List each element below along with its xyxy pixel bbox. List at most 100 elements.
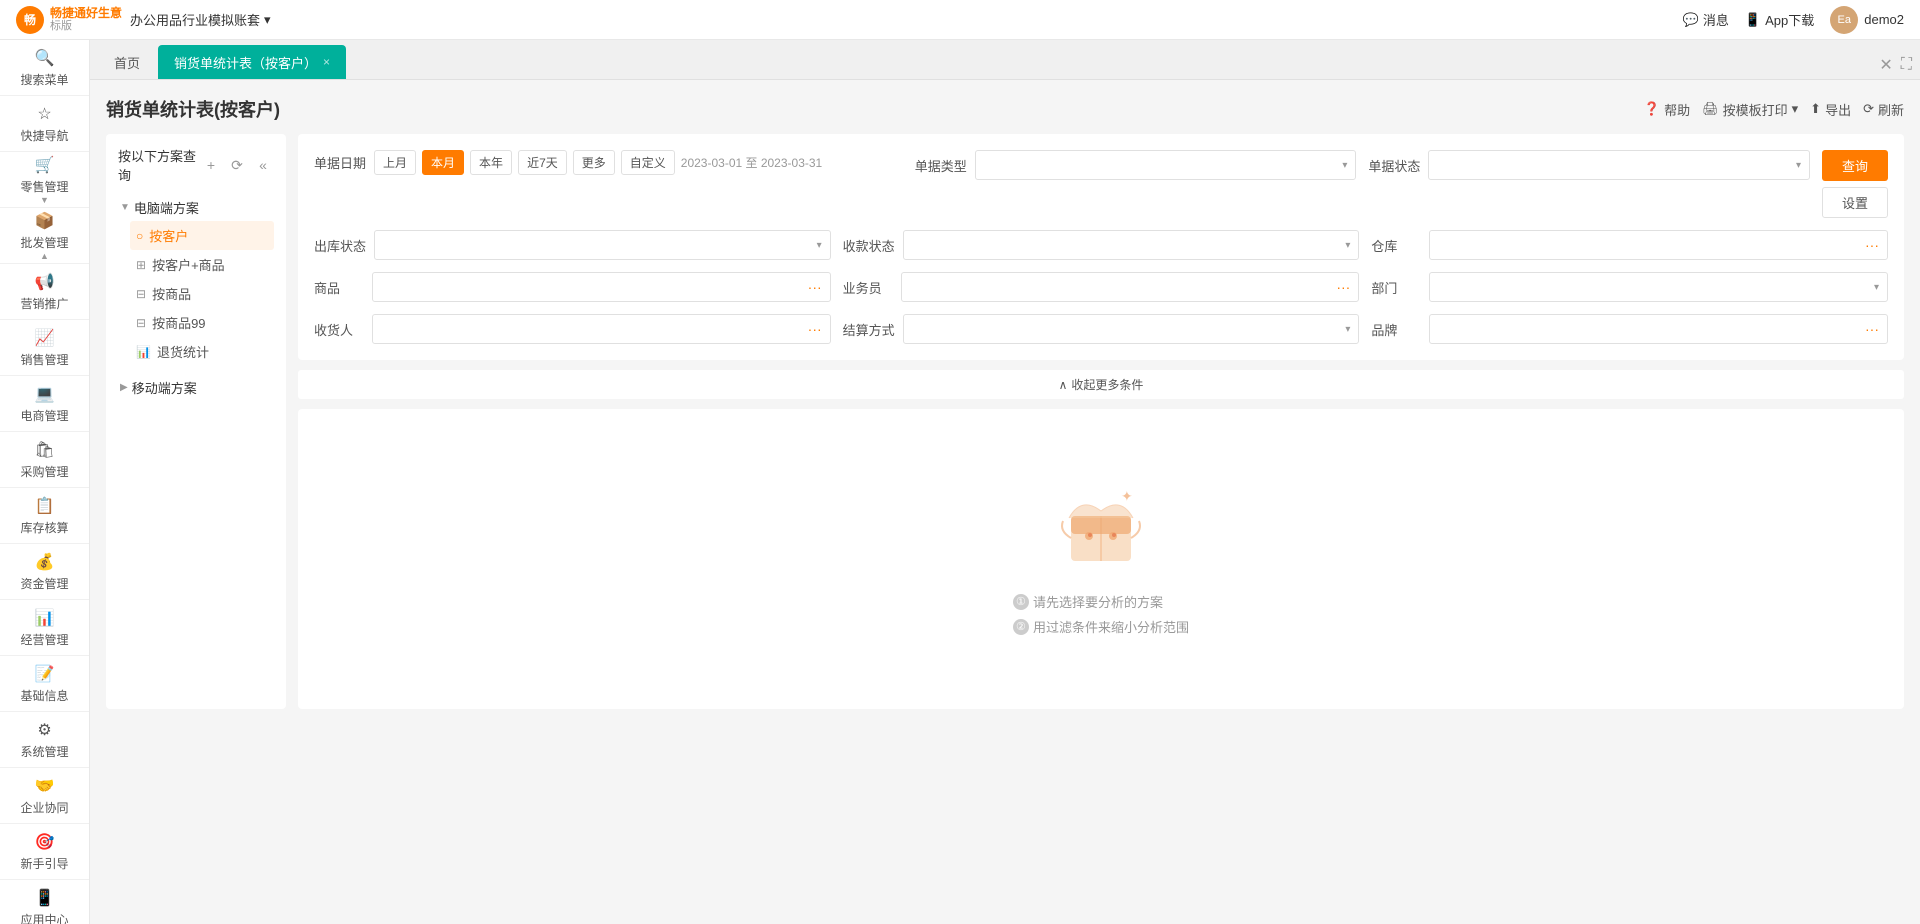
sidebar-appcenter-label: 应用中心 [20, 911, 68, 924]
app-selector-dropdown-icon: ▾ [264, 12, 271, 28]
settlement-label: 结算方式 [843, 320, 895, 339]
salesperson-dots-icon: ··· [1336, 279, 1350, 295]
receipt-status-input[interactable]: ▾ [903, 230, 1360, 260]
scheme-group-mobile: ▶ 移动端方案 [118, 374, 274, 401]
out-status-input[interactable]: ▾ [374, 230, 831, 260]
settlement-input[interactable]: ▾ [903, 314, 1360, 344]
sidebar-item-inventory[interactable]: 📋 库存核算 [0, 488, 89, 544]
scheme-collapse-button[interactable]: « [252, 154, 274, 176]
out-status-dropdown-icon: ▾ [817, 240, 822, 251]
basic-icon: 📝 [35, 664, 55, 684]
scheme-item-return-stats[interactable]: 📊 退货统计 [130, 337, 274, 366]
logo-subtitle: 标版 [50, 20, 122, 33]
filter-field-brand: 品牌 ··· [1371, 314, 1888, 344]
department-input[interactable]: ▾ [1429, 272, 1888, 302]
product-input[interactable]: ··· [372, 272, 831, 302]
bill-status-input[interactable]: ▾ [1428, 150, 1810, 180]
sidebar-item-retail[interactable]: 🛒 零售管理 ▼ [0, 152, 89, 208]
sidebar-item-operation[interactable]: 📊 经营管理 [0, 600, 89, 656]
scheme-group-pc-header[interactable]: ▼ 电脑端方案 [118, 194, 274, 221]
export-button[interactable]: ⬆ 导出 [1810, 100, 1851, 119]
scheme-item-by-product[interactable]: ⊟ 按商品 [130, 279, 274, 308]
scheme-add-button[interactable]: + [200, 154, 222, 176]
by-product-label: 按商品 [152, 284, 191, 303]
date-filter: 上月 本月 本年 近7天 更多 自定义 2023-03-01 至 2023-03… [374, 150, 822, 175]
message-button[interactable]: 💬 消息 [1683, 10, 1729, 29]
sidebar-item-finance[interactable]: 💰 资金管理 [0, 544, 89, 600]
wholesale-arrow: ▲ [40, 251, 49, 261]
tip2-num: ② [1013, 619, 1029, 635]
finance-icon: 💰 [35, 552, 55, 572]
sidebar-item-basic[interactable]: 📝 基础信息 [0, 656, 89, 712]
scheme-item-by-customer-product[interactable]: ⊞ 按客户+商品 [130, 250, 274, 279]
scheme-refresh-button[interactable]: ⟳ [226, 154, 248, 176]
date-range-text: 2023-03-01 至 2023-03-31 [681, 154, 822, 171]
message-label: 消息 [1703, 10, 1729, 29]
tab-active[interactable]: 销货单统计表（按客户） × [158, 45, 346, 79]
date-btn-7days[interactable]: 近7天 [518, 150, 567, 175]
tab-active-label: 销货单统计表（按客户） [174, 53, 317, 72]
sidebar-quicknav-label: 快捷导航 [20, 127, 68, 144]
scheme-group-mobile-header[interactable]: ▶ 移动端方案 [118, 374, 274, 401]
collapse-bar[interactable]: ∧ 收起更多条件 [298, 370, 1904, 399]
date-btn-custom[interactable]: 自定义 [621, 150, 675, 175]
sidebar-item-system[interactable]: ⚙ 系统管理 [0, 712, 89, 768]
sidebar-item-sales[interactable]: 📈 销售管理 [0, 320, 89, 376]
window-maximize-icon[interactable]: ⛶ [1901, 56, 1912, 74]
warehouse-input[interactable]: ··· [1429, 230, 1888, 260]
date-btn-this-month[interactable]: 本月 [422, 150, 464, 175]
app-selector[interactable]: 办公用品行业模拟账套 ▾ [130, 10, 271, 29]
sidebar-item-wholesale[interactable]: 📦 批发管理 ▲ [0, 208, 89, 264]
top-header: 畅 畅捷通好生意 标版 办公用品行业模拟账套 ▾ 💬 消息 📱 App下载 Ea… [0, 0, 1920, 40]
by-customer-product-label: 按客户+商品 [152, 255, 225, 274]
filter-field-recipient: 收货人 ··· [314, 314, 831, 344]
sidebar: 🔍 搜索菜单 ☆ 快捷导航 🛒 零售管理 ▼ 📦 批发管理 ▲ 📢 营销推广 📈… [0, 40, 90, 924]
user-avatar: Ea [1830, 6, 1858, 34]
bill-status-dropdown-icon: ▾ [1796, 160, 1801, 171]
scheme-item-by-product-99[interactable]: ⊟ 按商品99 [130, 308, 274, 337]
query-button[interactable]: 查询 [1822, 150, 1888, 181]
print-button[interactable]: 🖨 按模板打印 ▾ [1702, 100, 1798, 119]
logo-text: 畅捷通好生意 [50, 6, 122, 20]
sidebar-item-ecommerce[interactable]: 💻 电商管理 [0, 376, 89, 432]
bill-type-input[interactable]: ▾ [975, 150, 1357, 180]
window-close-icon[interactable]: ✕ [1879, 55, 1892, 75]
sidebar-item-quick-nav[interactable]: ☆ 快捷导航 [0, 96, 89, 152]
scheme-item-by-customer[interactable]: ○ 按客户 [130, 221, 274, 250]
download-button[interactable]: 📱 App下载 [1745, 10, 1814, 29]
sidebar-item-appcenter[interactable]: 📱 应用中心 [0, 880, 89, 924]
print-icon: 🖨 [1702, 101, 1719, 117]
warehouse-dots-icon: ··· [1865, 237, 1879, 253]
sidebar-item-marketing[interactable]: 📢 营销推广 [0, 264, 89, 320]
sidebar-item-purchase[interactable]: 🛍 采购管理 [0, 432, 89, 488]
department-dropdown-icon: ▾ [1874, 282, 1879, 293]
tab-home[interactable]: 首页 [98, 45, 156, 79]
help-button[interactable]: ❓ 帮助 [1644, 100, 1690, 119]
sidebar-newbie-label: 新手引导 [20, 855, 68, 872]
scheme-panel-actions: + ⟳ « [200, 154, 274, 176]
filter-card: 单据日期 上月 本月 本年 近7天 更多 自定义 2023-03-01 至 20… [298, 134, 1904, 360]
settings-button[interactable]: 设置 [1822, 187, 1888, 218]
date-btn-more[interactable]: 更多 [573, 150, 615, 175]
refresh-button[interactable]: ⟳ 刷新 [1863, 100, 1904, 119]
brand-input[interactable]: ··· [1429, 314, 1888, 344]
recipient-input[interactable]: ··· [372, 314, 831, 344]
refresh-icon: ⟳ [1863, 101, 1874, 117]
date-btn-last-month[interactable]: 上月 [374, 150, 416, 175]
main-layout: 🔍 搜索菜单 ☆ 快捷导航 🛒 零售管理 ▼ 📦 批发管理 ▲ 📢 营销推广 📈… [0, 40, 1920, 924]
sidebar-item-coop[interactable]: 🤝 企业协同 [0, 768, 89, 824]
user-area[interactable]: Ea demo2 [1830, 6, 1904, 34]
print-dropdown-icon: ▾ [1792, 101, 1799, 117]
header-left: 畅 畅捷通好生意 标版 办公用品行业模拟账套 ▾ [16, 6, 271, 34]
by-product-99-icon: ⊟ [136, 316, 146, 330]
sidebar-search-label: 搜索菜单 [20, 71, 68, 88]
salesperson-input[interactable]: ··· [901, 272, 1360, 302]
by-product-icon: ⊟ [136, 287, 146, 301]
sidebar-item-newbie[interactable]: 🎯 新手引导 [0, 824, 89, 880]
help-label: 帮助 [1664, 100, 1690, 119]
date-btn-this-year[interactable]: 本年 [470, 150, 512, 175]
export-icon: ⬆ [1810, 101, 1821, 117]
tab-close-icon[interactable]: × [323, 55, 330, 69]
return-stats-label: 退货统计 [157, 342, 209, 361]
sidebar-item-search[interactable]: 🔍 搜索菜单 [0, 40, 89, 96]
